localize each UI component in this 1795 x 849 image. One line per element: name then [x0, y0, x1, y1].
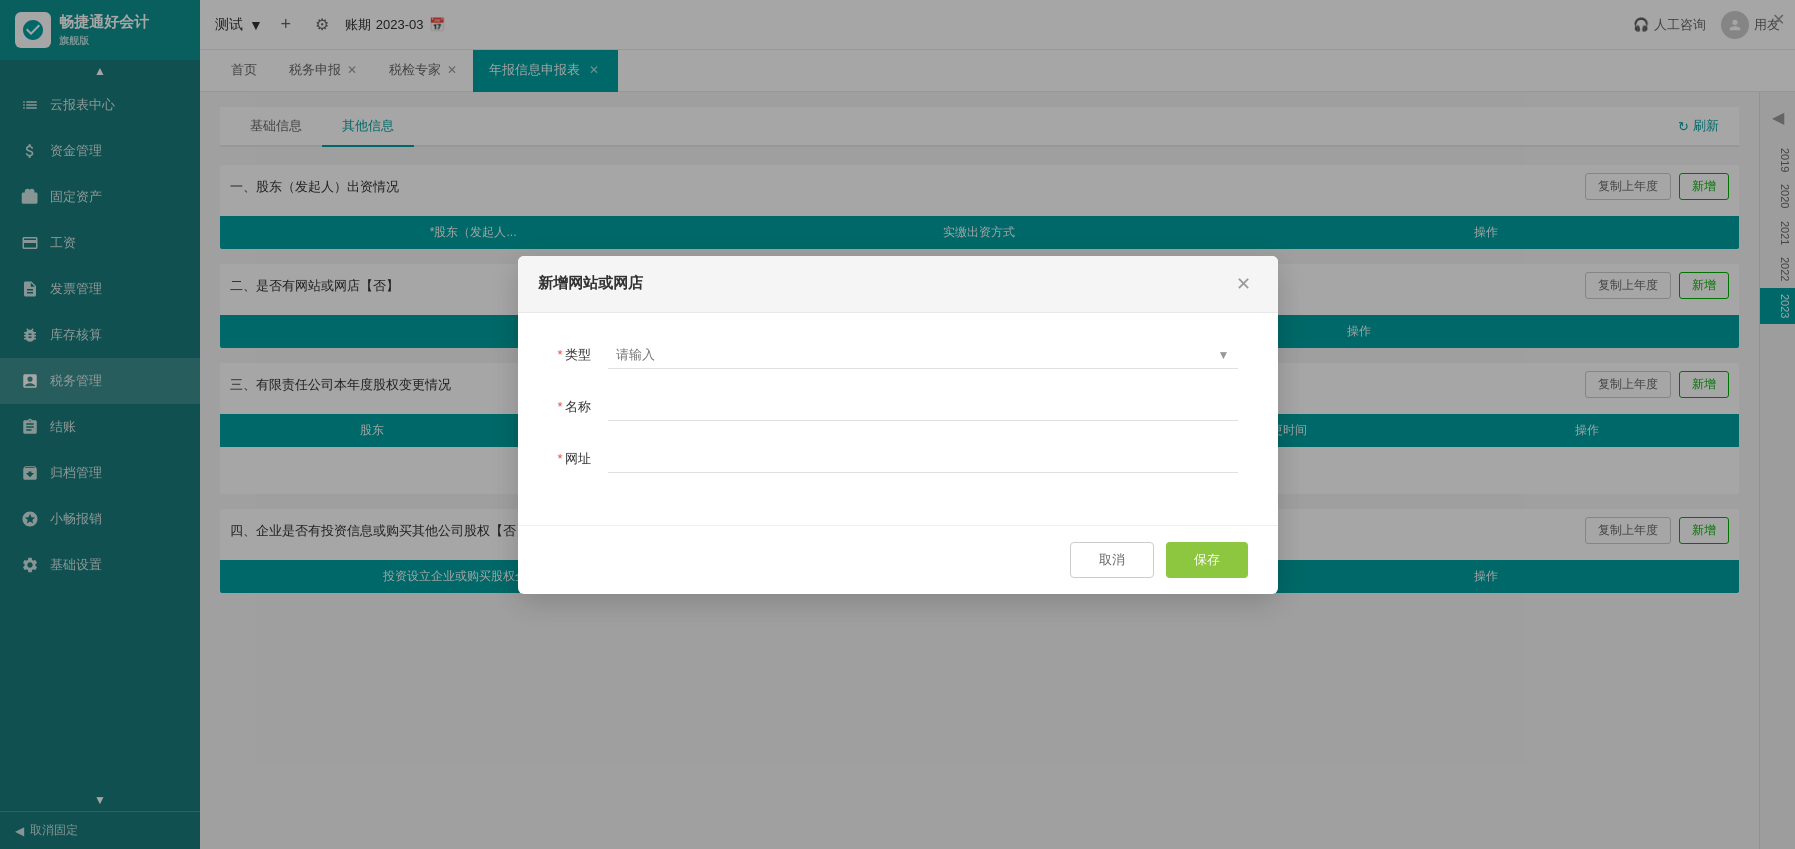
modal-add-website: 新增网站或网店 ✕ *类型 ▼ *名称	[518, 256, 1278, 594]
url-required-star: *	[558, 451, 563, 466]
modal-header: 新增网站或网店 ✕	[518, 256, 1278, 313]
name-input-wrap	[608, 393, 1238, 421]
type-input-wrap: ▼	[608, 341, 1238, 369]
url-input[interactable]	[608, 445, 1238, 473]
name-input[interactable]	[608, 393, 1238, 421]
url-label: *网址	[558, 450, 608, 468]
type-label: *类型	[558, 346, 608, 364]
form-field-url: *网址	[558, 445, 1238, 473]
modal-title: 新增网站或网店	[538, 274, 643, 293]
form-field-name: *名称	[558, 393, 1238, 421]
modal-body: *类型 ▼ *名称 *网址	[518, 313, 1278, 525]
cancel-button[interactable]: 取消	[1070, 542, 1154, 578]
type-input[interactable]	[608, 341, 1238, 369]
name-required-star: *	[558, 399, 563, 414]
name-label: *名称	[558, 398, 608, 416]
form-field-type: *类型 ▼	[558, 341, 1238, 369]
type-required-star: *	[558, 347, 563, 362]
url-input-wrap	[608, 445, 1238, 473]
modal-close-btn[interactable]: ✕	[1230, 270, 1258, 298]
save-button[interactable]: 保存	[1166, 542, 1248, 578]
modal-footer: 取消 保存	[518, 525, 1278, 594]
modal-overlay[interactable]: 新增网站或网店 ✕ *类型 ▼ *名称	[0, 0, 1795, 849]
